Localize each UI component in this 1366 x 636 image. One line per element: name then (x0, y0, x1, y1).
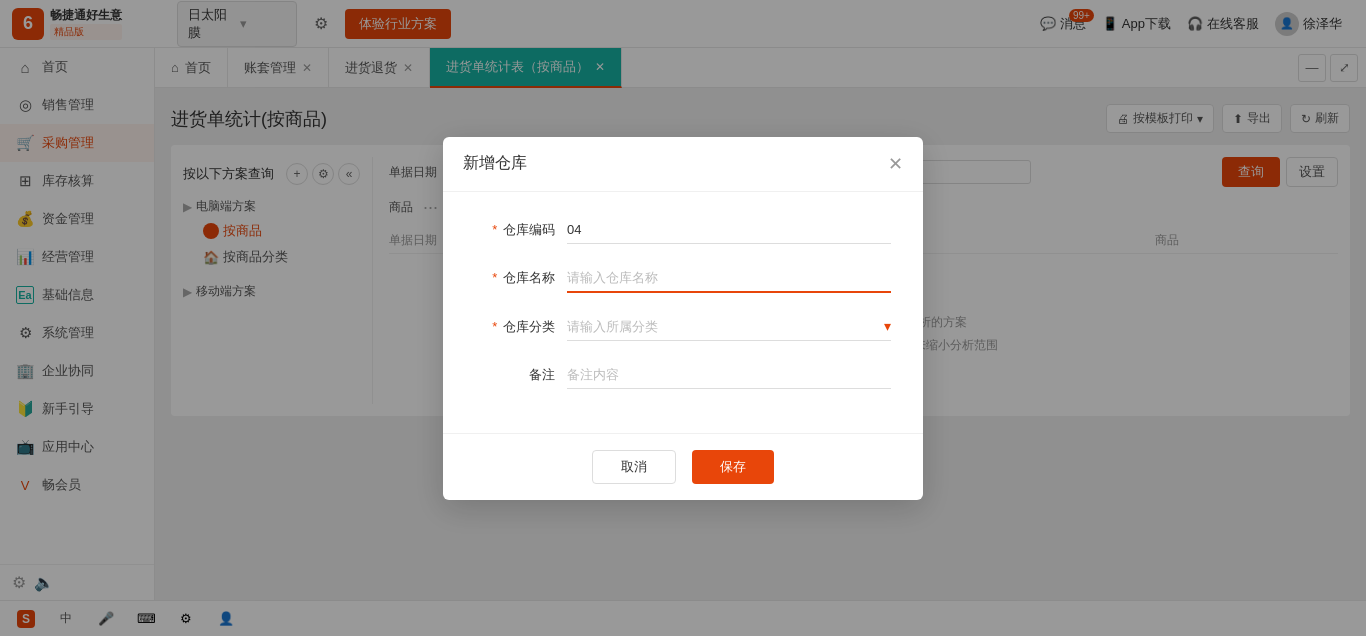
remark-input[interactable] (567, 361, 891, 389)
modal-close-button[interactable]: ✕ (888, 153, 903, 175)
category-label: * 仓库分类 (475, 318, 555, 336)
category-select-row: ▾ (567, 313, 891, 341)
name-label: * 仓库名称 (475, 269, 555, 287)
form-row-code: * 仓库编码 (475, 216, 891, 244)
modal-overlay: 新增仓库 ✕ * 仓库编码 * 仓库名称 (0, 0, 1366, 636)
modal-title: 新增仓库 (463, 153, 527, 174)
new-warehouse-modal: 新增仓库 ✕ * 仓库编码 * 仓库名称 (443, 137, 923, 500)
modal-body: * 仓库编码 * 仓库名称 * 仓库分类 (443, 192, 923, 433)
category-dropdown-icon[interactable]: ▾ (884, 318, 891, 334)
category-input[interactable] (567, 313, 884, 340)
remark-label: 备注 (475, 366, 555, 384)
form-row-name: * 仓库名称 (475, 264, 891, 293)
cancel-button[interactable]: 取消 (592, 450, 676, 484)
code-label: * 仓库编码 (475, 221, 555, 239)
save-button[interactable]: 保存 (692, 450, 774, 484)
form-row-remark: 备注 (475, 361, 891, 389)
modal-header: 新增仓库 ✕ (443, 137, 923, 192)
name-input[interactable] (567, 264, 891, 293)
modal-footer: 取消 保存 (443, 433, 923, 500)
form-row-category: * 仓库分类 ▾ (475, 313, 891, 341)
code-input[interactable] (567, 216, 891, 244)
